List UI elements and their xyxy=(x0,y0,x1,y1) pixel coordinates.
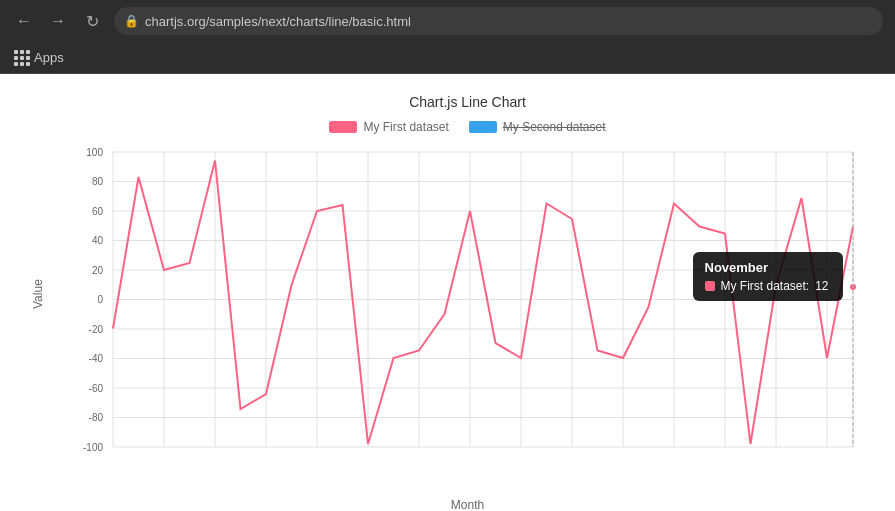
legend-color-1 xyxy=(329,121,357,133)
svg-text:-100: -100 xyxy=(82,442,102,453)
y-axis-label: Value xyxy=(30,279,44,309)
svg-text:-40: -40 xyxy=(88,353,103,364)
legend-item-2: My Second dataset xyxy=(469,120,606,134)
legend-label-1: My First dataset xyxy=(363,120,448,134)
svg-text:40: 40 xyxy=(91,235,103,246)
svg-text:60: 60 xyxy=(91,206,103,217)
back-button[interactable]: ← xyxy=(12,9,36,33)
reload-button[interactable]: ↻ xyxy=(80,9,104,33)
x-axis-label: Month xyxy=(451,498,484,511)
legend-label-2: My Second dataset xyxy=(503,120,606,134)
lock-icon: 🔒 xyxy=(124,14,139,28)
svg-text:0: 0 xyxy=(97,294,103,305)
svg-text:-80: -80 xyxy=(88,412,103,423)
svg-text:-20: -20 xyxy=(88,324,103,335)
chart-container: Chart.js Line Chart My First dataset My … xyxy=(0,74,895,511)
chart-svg: .grid-line { stroke: #e0e0e0; stroke-wid… xyxy=(73,142,863,462)
svg-text:-60: -60 xyxy=(88,383,103,394)
apps-grid-icon xyxy=(14,50,30,66)
svg-text:20: 20 xyxy=(91,265,103,276)
forward-button[interactable]: → xyxy=(46,9,70,33)
chart-wrapper: Value Month .grid-line { stroke: #e0e0e0… xyxy=(73,142,863,462)
legend-color-2 xyxy=(469,121,497,133)
svg-text:80: 80 xyxy=(91,176,103,187)
address-bar[interactable]: 🔒 chartjs.org/samples/next/charts/line/b… xyxy=(114,7,883,35)
bookmarks-bar: Apps xyxy=(0,42,895,74)
url-text: chartjs.org/samples/next/charts/line/bas… xyxy=(145,14,411,29)
svg-text:100: 100 xyxy=(86,147,103,158)
apps-label: Apps xyxy=(34,50,64,65)
legend-item-1: My First dataset xyxy=(329,120,448,134)
apps-button[interactable]: Apps xyxy=(8,46,70,70)
browser-toolbar: ← → ↻ 🔒 chartjs.org/samples/next/charts/… xyxy=(0,0,895,42)
chart-title: Chart.js Line Chart xyxy=(60,94,875,110)
chart-legend: My First dataset My Second dataset xyxy=(60,120,875,134)
